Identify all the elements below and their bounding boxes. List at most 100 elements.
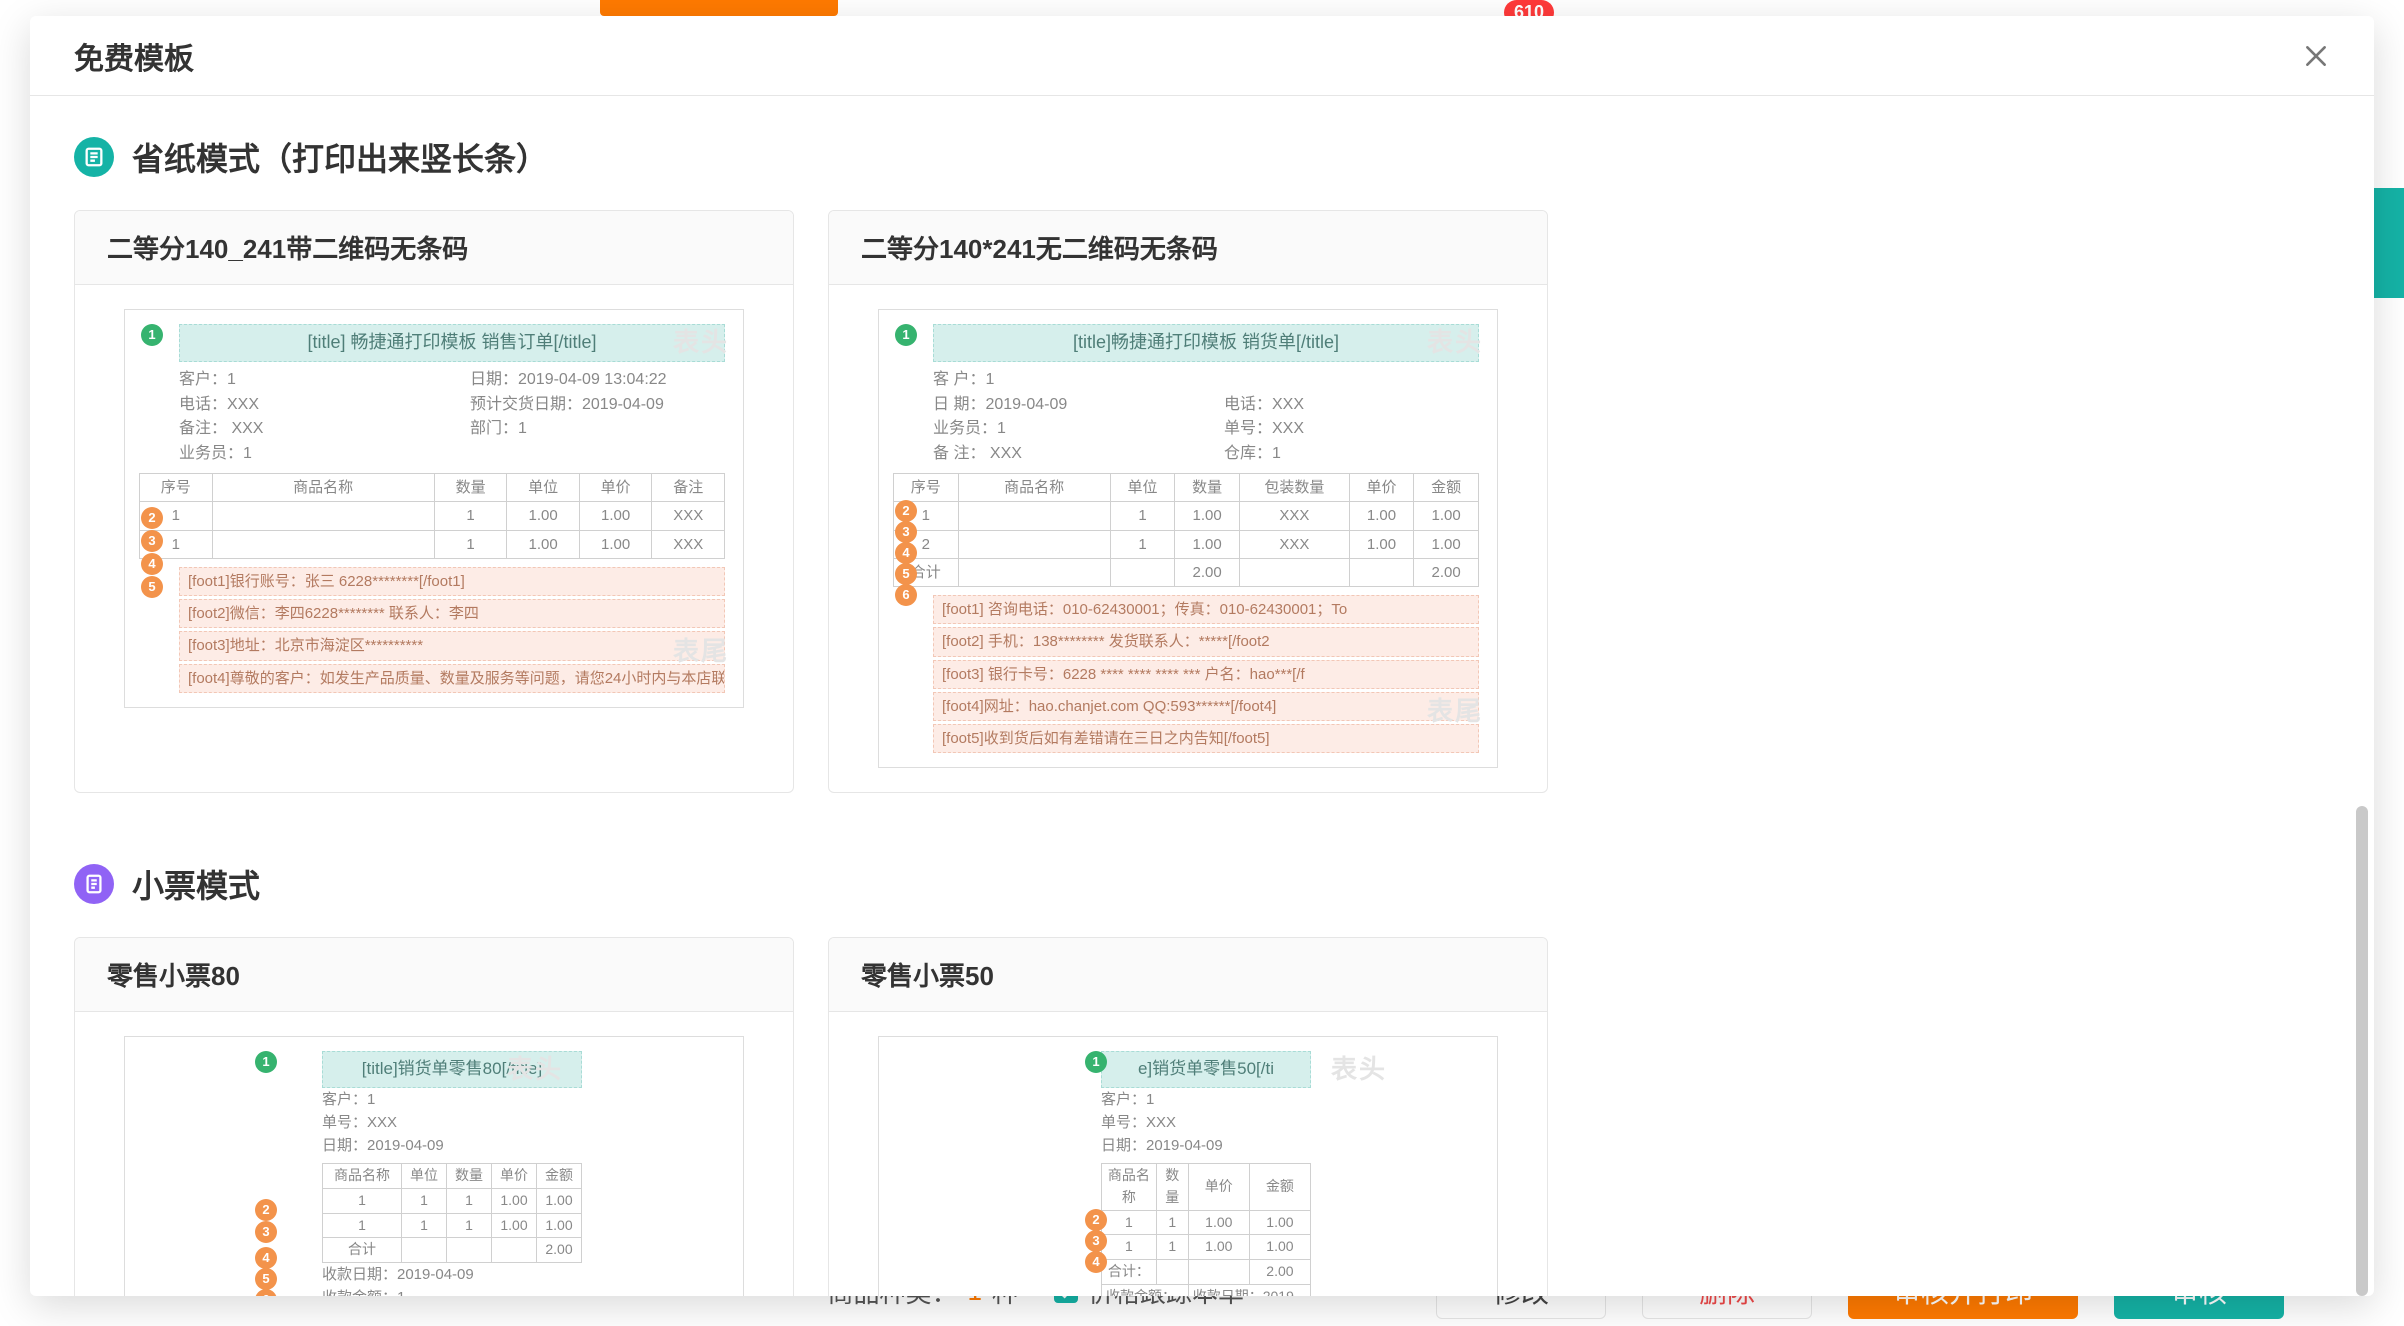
preview-table: 序号 商品名称 单位 数量 包装数量 单价 金额 111.00XXX1.001.… xyxy=(893,473,1479,587)
section-receipt-title: 小票模式 xyxy=(132,861,260,907)
kv-block: 客户：1 单号：XXX 日期：2019-04-09 xyxy=(1101,1088,1311,1158)
template-card-title: 零售小票50 xyxy=(829,938,1547,1012)
th: 数量 xyxy=(447,1164,492,1189)
table-row: 211.00XXX1.001.00 xyxy=(894,530,1479,558)
th: 单位 xyxy=(402,1164,447,1189)
list-icon xyxy=(74,137,114,177)
th: 金额 xyxy=(1414,474,1479,502)
table-sum-row: 合计2.002.00 xyxy=(894,558,1479,586)
template-card-ps1[interactable]: 二等分140_241带二维码无条码 表头 1 [title] 畅捷通打印模板 销… xyxy=(74,210,794,793)
template-card-title: 二等分140_241带二维码无条码 xyxy=(75,211,793,285)
preview-title: e]销货单零售50[/ti xyxy=(1101,1051,1311,1087)
th: 商品名称 xyxy=(323,1164,402,1189)
table-row: 111.001.00 xyxy=(1102,1210,1311,1235)
th: 金额 xyxy=(1249,1164,1310,1210)
th: 单位 xyxy=(1110,474,1175,502)
modal-body[interactable]: 省纸模式（打印出来竖长条） 二等分140_241带二维码无条码 表头 1 [ti… xyxy=(30,96,2374,1296)
template-card-rc1[interactable]: 零售小票80 表头 1 [title]销货单零售80[/title] 客户：1 … xyxy=(74,937,794,1296)
bullet-icon: 3 xyxy=(141,530,163,552)
preview-title: [title] 畅捷通打印模板 销售订单[/title] xyxy=(179,324,725,362)
kv-item: 收款日期：2019-04-09 xyxy=(322,1263,582,1286)
modal-scrollbar[interactable] xyxy=(2356,806,2368,1296)
bullet-icon: 3 xyxy=(255,1221,277,1243)
th: 单位 xyxy=(507,474,580,502)
template-preview: 表头 1 [title]销货单零售80[/title] 客户：1 单号：XXX … xyxy=(124,1036,744,1296)
foot-line: [foot4]尊敬的客户：如发生产品质量、数量及服务等问题，请您24小时内与本店… xyxy=(179,664,725,693)
bullet-icon: 6 xyxy=(895,584,917,606)
bullet-icon: 2 xyxy=(895,500,917,522)
bullet-icon: 5 xyxy=(141,576,163,598)
modal-header: 免费模板 xyxy=(30,16,2374,96)
th: 单价 xyxy=(1349,474,1414,502)
foot-line: [foot3] 银行卡号：6228 **** **** **** *** 户名：… xyxy=(933,660,1479,689)
th: 序号 xyxy=(140,474,213,502)
kv-item: 日 期：2019-04-09 xyxy=(933,393,1188,418)
foot-line: [foot5]收到货后如有差错请在三日之内告知[/foot5] xyxy=(933,724,1479,753)
kv-after: 收款日期：2019-04-09 收款金额：1 xyxy=(322,1263,582,1296)
foot-line: [foot3]地址：北京市海淀区********** xyxy=(179,631,725,660)
section-receipt: 小票模式 xyxy=(74,861,2330,907)
th: 数量 xyxy=(1156,1164,1188,1210)
modal-title: 免费模板 xyxy=(74,34,194,78)
kv-item: 仓库：1 xyxy=(1224,442,1479,467)
bullet-icon: 4 xyxy=(255,1247,277,1269)
modal-overlay: 免费模板 省纸模式（打印出来竖长条） 二等分140_241带二维码无条码 xyxy=(0,0,2404,1326)
kv-item: 客户：1 xyxy=(1101,1088,1311,1111)
bullet-icon: 5 xyxy=(255,1268,277,1290)
foot-line: [foot2] 手机：138******** 发货联系人：*****[/foot… xyxy=(933,627,1479,656)
template-preview: 表头 1 [title]畅捷通打印模板 销货单[/title] 客 户：1 日 … xyxy=(878,309,1498,768)
th: 数量 xyxy=(1175,474,1240,502)
preview-table: 商品名称数量单价金额 111.001.00 111.001.00 合计：2.00… xyxy=(1101,1163,1311,1296)
template-preview: 表头 1 e]销货单零售50[/ti 客户：1 单号：XXX 日期：2019-0… xyxy=(878,1036,1498,1296)
watermark-top: 表头 xyxy=(1331,1049,1387,1089)
kv-item: 备注： XXX xyxy=(179,417,434,442)
table-sum-row: 合计：2.00 xyxy=(1102,1260,1311,1285)
th: 包装数量 xyxy=(1239,474,1349,502)
section-paper-save: 省纸模式（打印出来竖长条） xyxy=(74,134,2330,180)
template-card-ps2[interactable]: 二等分140*241无二维码无条码 表头 1 [title]畅捷通打印模板 销货… xyxy=(828,210,1548,793)
template-card-title: 零售小票80 xyxy=(75,938,793,1012)
bullet-icon: 1 xyxy=(895,324,917,346)
note-icon xyxy=(74,864,114,904)
foot-line: [foot1] 咨询电话：010-62430001；传真：010-6243000… xyxy=(933,595,1479,624)
kv-item: 单号：XXX xyxy=(1224,417,1479,442)
kv-item: 收款金额：1 xyxy=(322,1286,582,1296)
th: 单价 xyxy=(492,1164,537,1189)
close-button[interactable] xyxy=(2298,38,2334,74)
th: 单价 xyxy=(1188,1164,1249,1210)
bullet-icon: 4 xyxy=(895,542,917,564)
bullet-icon: 5 xyxy=(895,563,917,585)
kv-item: 单号：XXX xyxy=(1101,1111,1311,1134)
table-row: 111.001.00 xyxy=(1102,1235,1311,1260)
kv-item: 日期：2019-04-09 xyxy=(322,1134,582,1157)
bullet-icon: 1 xyxy=(141,324,163,346)
kv-item: 备 注： XXX xyxy=(933,442,1188,467)
kv-item: 单号：XXX xyxy=(322,1111,582,1134)
kv-block: 客户：1 单号：XXX 日期：2019-04-09 xyxy=(322,1088,582,1158)
th: 序号 xyxy=(894,474,959,502)
kv-item: 部门：1 xyxy=(470,417,725,442)
bullet-icon: 3 xyxy=(895,521,917,543)
th: 商品名称 xyxy=(212,474,434,502)
preview-title: [title]销货单零售80[/title] xyxy=(322,1051,582,1087)
kv-item: 客户：1 xyxy=(179,368,434,393)
bullet-icon: 1 xyxy=(255,1051,277,1073)
kv-item: 客 户：1 xyxy=(933,368,1188,393)
kv-item: 日期：2019-04-09 13:04:22 xyxy=(470,368,725,393)
table-row: 1111.001.00 xyxy=(323,1213,582,1238)
kv-item: 电话：XXX xyxy=(1224,393,1479,418)
kv-item: 日期：2019-04-09 xyxy=(1101,1134,1311,1157)
close-icon xyxy=(2303,43,2329,69)
template-preview: 表头 1 [title] 畅捷通打印模板 销售订单[/title] 客户：1 电… xyxy=(124,309,744,708)
table-sum-row: 合计2.00 xyxy=(323,1238,582,1263)
th: 商品名称 xyxy=(958,474,1110,502)
th: 数量 xyxy=(434,474,507,502)
bullet-icon: 2 xyxy=(141,507,163,529)
template-card-rc2[interactable]: 零售小票50 表头 1 e]销货单零售50[/ti 客户：1 单号：XXX 日期… xyxy=(828,937,1548,1296)
preview-table: 商品名称单位数量单价金额 1111.001.00 1111.001.00 合计2… xyxy=(322,1163,582,1263)
th: 商品名称 xyxy=(1102,1164,1157,1210)
template-card-title: 二等分140*241无二维码无条码 xyxy=(829,211,1547,285)
kv-item: 预计交货日期：2019-04-09 xyxy=(470,393,725,418)
foot-line: [foot2]微信：李四6228******** 联系人：李四 xyxy=(179,599,725,628)
free-templates-modal: 免费模板 省纸模式（打印出来竖长条） 二等分140_241带二维码无条码 xyxy=(30,16,2374,1296)
